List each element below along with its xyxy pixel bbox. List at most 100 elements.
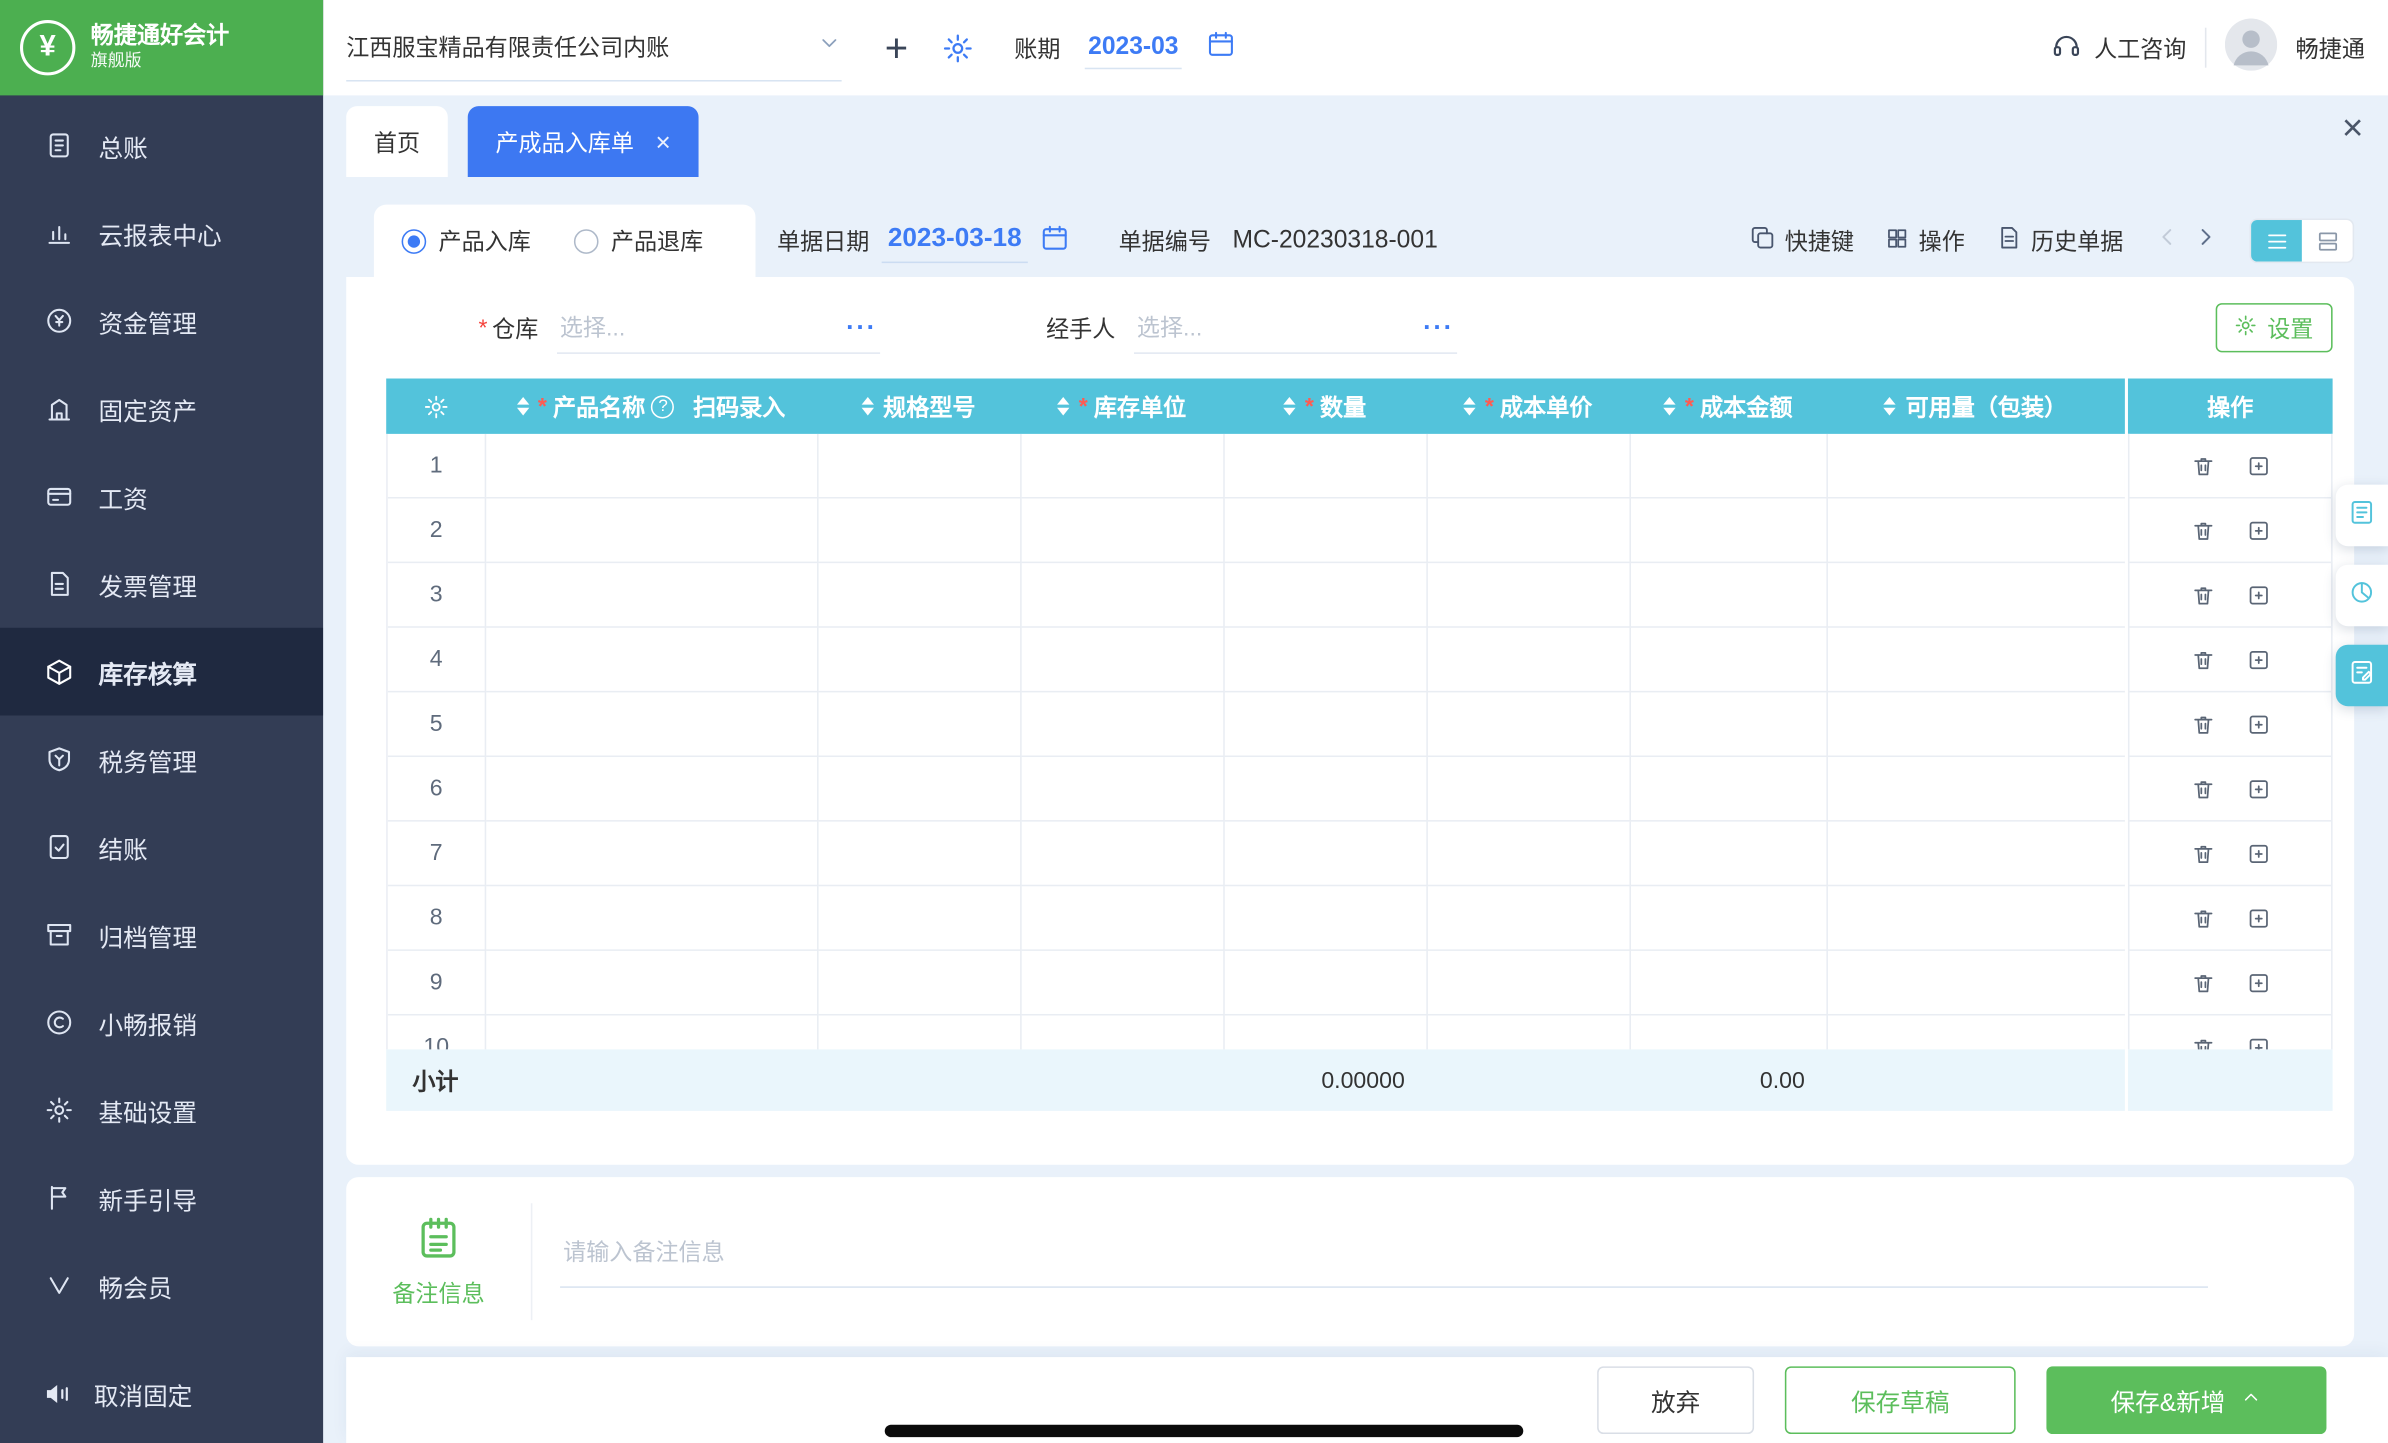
sidebar-item-1[interactable]: 云报表中心 (0, 189, 323, 277)
sidebar-item-5[interactable]: 发票管理 (0, 540, 323, 628)
column-header-available[interactable]: 可用量（包装） (1826, 379, 2125, 434)
table-cell[interactable] (1827, 950, 2125, 1016)
sidebar-item-0[interactable]: 总账 (0, 102, 323, 190)
column-header-price[interactable]: * 成本单价 (1426, 379, 1629, 434)
table-cell[interactable] (1827, 821, 2125, 887)
sidebar-item-4[interactable]: 工资 (0, 452, 323, 540)
table-cell[interactable] (486, 563, 819, 628)
save-draft-button[interactable]: 保存草稿 (1784, 1366, 2016, 1435)
table-cell[interactable] (1021, 563, 1225, 628)
table-cell[interactable] (818, 692, 1022, 758)
support-button[interactable]: 人工咨询 (2051, 29, 2186, 66)
quick-edit-button[interactable] (2335, 644, 2388, 707)
tab-home[interactable]: 首页 (346, 106, 448, 177)
delete-row-icon[interactable] (2190, 970, 2215, 995)
brand-logo[interactable]: ¥ 畅捷通好会计 旗舰版 (0, 0, 324, 96)
table-cell[interactable] (486, 821, 819, 887)
handler-input[interactable]: 选择... ··· (1133, 302, 1457, 354)
table-cell[interactable] (818, 886, 1022, 951)
delete-row-icon[interactable] (2190, 453, 2215, 478)
table-cell[interactable] (1827, 692, 2125, 758)
add-row-icon[interactable] (2246, 906, 2271, 931)
calendar-icon[interactable] (1206, 29, 1235, 66)
table-cell[interactable] (1021, 627, 1225, 693)
table-cell[interactable] (819, 1015, 1022, 1050)
sidebar-item-6[interactable]: 库存核算 (0, 627, 324, 716)
table-cell[interactable] (1827, 886, 2125, 951)
table-cell[interactable] (1427, 627, 1631, 693)
table-cell[interactable] (1224, 627, 1428, 693)
sidebar-item-13[interactable]: 畅会员 (0, 1242, 323, 1330)
table-cell[interactable] (1224, 757, 1428, 822)
table-cell[interactable] (1827, 433, 2125, 499)
delete-row-icon[interactable] (2190, 841, 2215, 866)
add-row-icon[interactable] (2246, 841, 2271, 866)
table-cell[interactable] (1427, 886, 1631, 951)
radio-product-outbound[interactable]: 产品退库 (573, 225, 703, 257)
operations-button[interactable]: 操作 (1885, 225, 1965, 257)
table-cell[interactable] (486, 1015, 819, 1050)
delete-row-icon[interactable] (2190, 647, 2215, 672)
table-cell[interactable] (486, 757, 819, 822)
table-cell[interactable] (1631, 1015, 1828, 1050)
table-cell[interactable] (1427, 433, 1631, 499)
table-cell[interactable] (818, 627, 1022, 693)
table-cell[interactable] (1427, 821, 1631, 887)
add-row-icon[interactable] (2246, 712, 2271, 737)
sidebar-item-10[interactable]: 小畅报销 (0, 979, 323, 1067)
radio-product-inbound[interactable]: 产品入库 (401, 225, 531, 257)
table-cell[interactable] (1224, 886, 1428, 951)
table-cell[interactable] (818, 757, 1022, 822)
prev-doc-icon[interactable] (2154, 223, 2182, 258)
add-row-icon[interactable] (2246, 518, 2271, 543)
company-selector[interactable]: 江西服宝精品有限责任公司内账 (346, 14, 842, 82)
delete-row-icon[interactable] (2190, 1035, 2215, 1050)
column-header-product[interactable]: * 产品名称? 扫码录入 (485, 379, 817, 434)
add-row-icon[interactable] (2246, 1035, 2271, 1050)
table-cell[interactable] (1827, 563, 2125, 628)
add-row-icon[interactable] (2246, 647, 2271, 672)
table-cell[interactable] (1224, 692, 1428, 758)
table-cell[interactable] (1630, 692, 1828, 758)
warehouse-input[interactable]: 选择... ··· (556, 302, 880, 354)
card-view-button[interactable] (2302, 220, 2353, 262)
sidebar-item-11[interactable]: 基础设置 (0, 1066, 323, 1154)
table-cell[interactable] (1427, 757, 1631, 822)
table-cell[interactable] (1021, 821, 1225, 887)
table-cell[interactable] (486, 498, 819, 564)
table-cell[interactable] (818, 563, 1022, 628)
table-cell[interactable] (1827, 498, 2125, 564)
delete-row-icon[interactable] (2190, 582, 2215, 607)
scan-entry-link[interactable]: 扫码录入 (693, 390, 785, 422)
table-cell[interactable] (1630, 821, 1828, 887)
add-row-icon[interactable] (2246, 776, 2271, 801)
table-cell[interactable] (486, 692, 819, 758)
history-docs-button[interactable]: 历史单据 (1996, 225, 2123, 257)
quick-report-button[interactable] (2335, 564, 2388, 627)
table-cell[interactable] (1630, 627, 1828, 693)
add-row-icon[interactable] (2246, 582, 2271, 607)
save-and-new-button[interactable]: 保存&新增 (2046, 1366, 2327, 1435)
sidebar-item-8[interactable]: 结账 (0, 803, 323, 891)
table-cell[interactable] (1022, 1015, 1225, 1050)
handler-picker-icon[interactable]: ··· (1423, 312, 1454, 343)
doc-date-value[interactable]: 2023-03-18 (881, 218, 1028, 264)
table-cell[interactable] (1630, 563, 1828, 628)
tab-product-inbound[interactable]: 产成品入库单 × (467, 106, 699, 177)
sidebar-item-9[interactable]: 归档管理 (0, 891, 323, 979)
next-doc-icon[interactable] (2191, 223, 2219, 258)
table-cell[interactable] (1427, 563, 1631, 628)
table-cell[interactable] (1021, 757, 1225, 822)
table-cell[interactable] (1630, 498, 1828, 564)
table-cell[interactable] (1021, 950, 1225, 1016)
table-cell[interactable] (1427, 692, 1631, 758)
sidebar-item-3[interactable]: 固定资产 (0, 365, 323, 453)
table-cell[interactable] (1828, 1015, 2125, 1050)
table-cell[interactable] (1021, 498, 1225, 564)
close-icon[interactable]: × (2342, 108, 2364, 151)
delete-row-icon[interactable] (2190, 518, 2215, 543)
table-cell[interactable] (486, 433, 819, 499)
help-icon[interactable]: ? (651, 394, 675, 418)
table-cell[interactable] (1224, 821, 1428, 887)
sidebar-item-2[interactable]: 资金管理 (0, 277, 323, 365)
